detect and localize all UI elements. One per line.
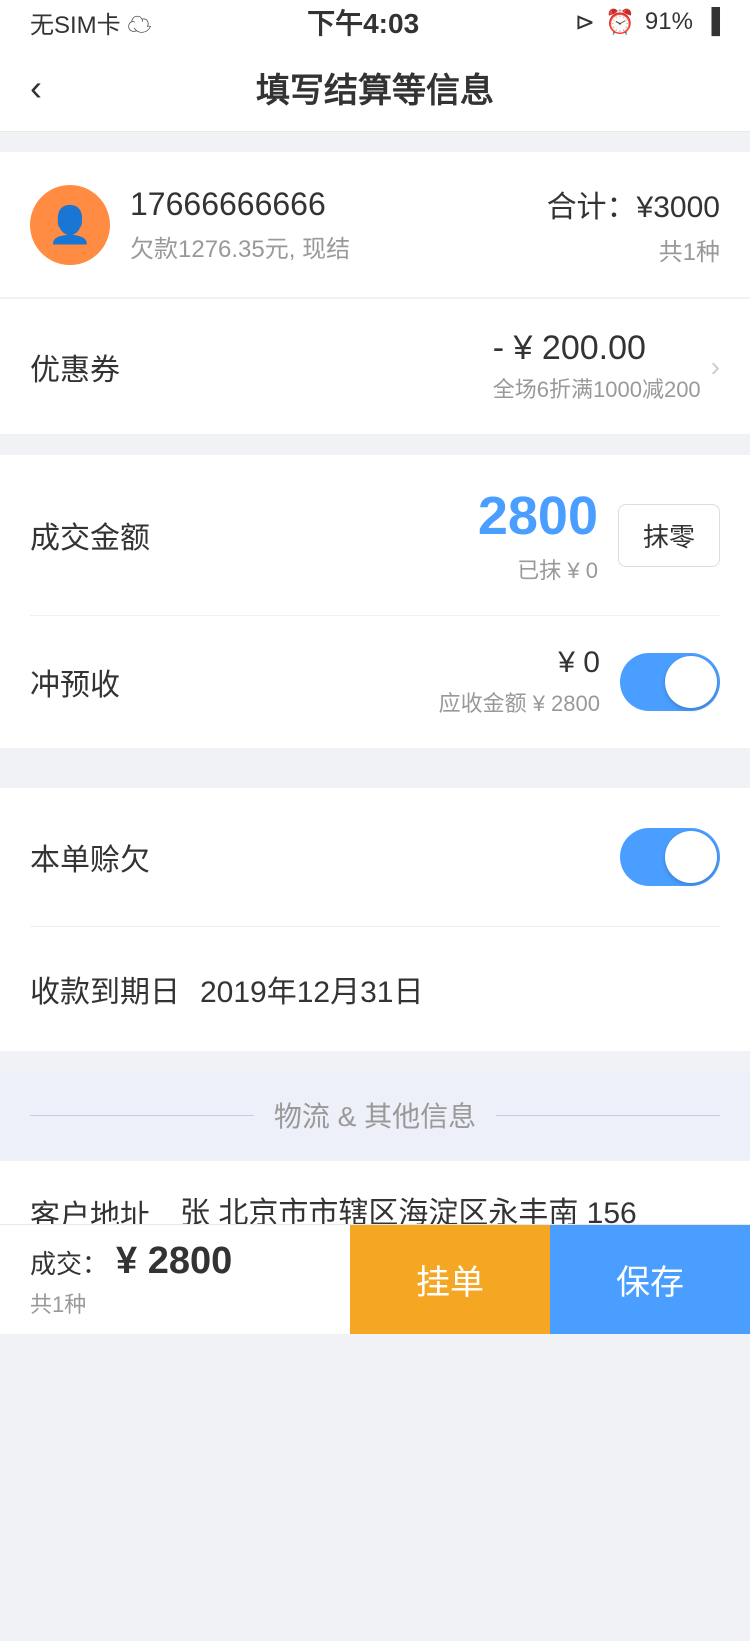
nav-title: 填写结算等信息	[256, 63, 494, 112]
prepay-sub: 应收金额 ¥ 2800	[439, 686, 600, 718]
due-date-value: 2019年12月31日	[200, 967, 423, 1011]
bottom-info: 成交： ¥ 2800 共1种	[0, 1225, 350, 1334]
coupon-chevron-icon: ›	[711, 351, 720, 383]
round-button[interactable]: 抹零	[618, 504, 720, 567]
logistics-header: 物流 & 其他信息	[0, 1071, 750, 1159]
section-divider-3	[0, 1051, 750, 1071]
deal-amount-label: 成交金额	[30, 513, 150, 557]
deal-amount-value: 2800	[478, 485, 598, 547]
bottom-bar: 成交： ¥ 2800 共1种 挂单 保存	[0, 1224, 750, 1334]
logistics-line-right	[496, 1115, 720, 1116]
deal-amount-right: 2800 已抹 ¥ 0 抹零	[478, 485, 720, 585]
battery-label: 91%	[645, 8, 693, 36]
user-info: 17666666666 欠款1276.35元, 现结	[130, 186, 350, 264]
coupon-info: - ¥ 200.00 全场6折满1000减200	[493, 329, 701, 404]
prepay-label: 冲预收	[30, 660, 120, 704]
section-divider-1	[0, 435, 750, 455]
debit-row: 本单赊欠	[30, 788, 720, 927]
bottom-count: 共1种	[30, 1287, 320, 1319]
item-count: 共1种	[547, 232, 720, 267]
coupon-desc: 全场6折满1000减200	[493, 372, 701, 404]
avatar: 👤	[30, 185, 110, 265]
status-time: 下午4:03	[307, 2, 419, 42]
total-amount: 合计：¥3000	[547, 182, 720, 226]
bottom-deal-label: 成交：	[30, 1244, 108, 1281]
coupon-row[interactable]: 优惠券 - ¥ 200.00 全场6折满1000减200 ›	[0, 299, 750, 435]
user-debt: 欠款1276.35元, 现结	[130, 229, 350, 264]
nav-bar: ‹ 填写结算等信息	[0, 44, 750, 132]
bottom-amount: ¥ 2800	[116, 1240, 232, 1283]
deal-amount-info: 2800 已抹 ¥ 0	[478, 485, 598, 585]
logistics-line-left	[30, 1115, 254, 1116]
debit-section: 本单赊欠 收款到期日 2019年12月31日	[0, 788, 750, 1051]
user-card: 👤 17666666666 欠款1276.35元, 现结 合计：¥3000 共1…	[0, 152, 750, 297]
bottom-deal-row: 成交： ¥ 2800	[30, 1240, 320, 1283]
save-button[interactable]: 保存	[550, 1225, 750, 1334]
status-left: 无SIM卡 ☁	[30, 5, 151, 40]
due-date-row: 收款到期日 2019年12月31日	[30, 927, 720, 1051]
due-date-label: 收款到期日	[30, 967, 180, 1011]
status-bar: 无SIM卡 ☁ 下午4:03 ⊳ ⏰ 91% ▐	[0, 0, 750, 44]
amount-section: 成交金额 2800 已抹 ¥ 0 抹零 冲预收 ¥ 0 应收金额 ¥ 2800	[0, 455, 750, 748]
user-left: 👤 17666666666 欠款1276.35元, 现结	[30, 185, 350, 265]
location-icon: ⊳	[575, 8, 595, 37]
deal-amount-row: 成交金额 2800 已抹 ¥ 0 抹零	[30, 455, 720, 616]
prepay-main: ¥ 0	[439, 646, 600, 680]
prepay-right: ¥ 0 应收金额 ¥ 2800	[439, 646, 720, 718]
coupon-right: - ¥ 200.00 全场6折满1000减200 ›	[493, 329, 720, 404]
section-divider-2	[0, 748, 750, 768]
logistics-text: 物流 & 其他信息	[274, 1095, 476, 1135]
avatar-icon: 👤	[48, 204, 93, 246]
debit-label: 本单赊欠	[30, 835, 150, 879]
bottom-spacer	[0, 1511, 750, 1641]
hold-button[interactable]: 挂单	[350, 1225, 550, 1334]
deal-amount-sub: 已抹 ¥ 0	[478, 553, 598, 585]
battery-icon: ▐	[703, 8, 720, 36]
alarm-icon: ⏰	[605, 8, 635, 37]
coupon-amount: - ¥ 200.00	[493, 329, 701, 368]
section-divider-4	[0, 1311, 750, 1511]
debit-toggle[interactable]	[620, 828, 720, 886]
user-right: 合计：¥3000 共1种	[547, 182, 720, 267]
coupon-label: 优惠券	[30, 345, 120, 389]
prepay-row: 冲预收 ¥ 0 应收金额 ¥ 2800	[30, 616, 720, 748]
prepay-amount: ¥ 0 应收金额 ¥ 2800	[439, 646, 600, 718]
prepay-toggle[interactable]	[620, 653, 720, 711]
user-phone: 17666666666	[130, 186, 350, 223]
status-right: ⊳ ⏰ 91% ▐	[575, 8, 720, 37]
sim-label: 无SIM卡 ☁	[30, 5, 151, 40]
back-button[interactable]: ‹	[30, 57, 52, 119]
